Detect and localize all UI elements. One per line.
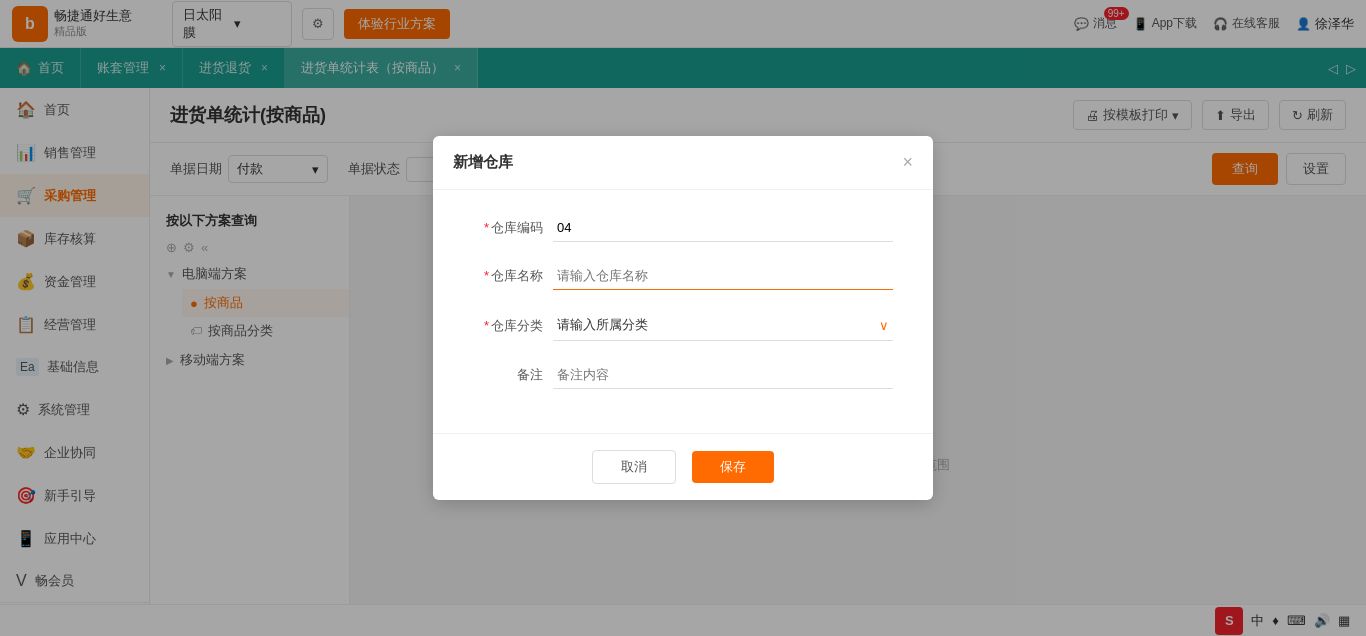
remark-input[interactable]	[553, 361, 893, 389]
category-select[interactable]: 请输入所属分类 ∨	[553, 310, 893, 341]
dialog-close-button[interactable]: ×	[902, 152, 913, 173]
form-row-name: 仓库名称	[473, 262, 893, 290]
category-placeholder: 请输入所属分类	[557, 316, 648, 334]
modal-overlay[interactable]: 新增仓库 × 仓库编码 仓库名称 仓库分类 请输入所属分类 ∨ 备注	[0, 0, 1366, 636]
dialog-footer: 取消 保存	[433, 433, 933, 500]
category-select-arrow: ∨	[879, 318, 889, 333]
form-row-category: 仓库分类 请输入所属分类 ∨	[473, 310, 893, 341]
save-button[interactable]: 保存	[692, 451, 774, 483]
code-label: 仓库编码	[473, 219, 543, 237]
category-label: 仓库分类	[473, 317, 543, 335]
dialog-header: 新增仓库 ×	[433, 136, 933, 190]
code-input[interactable]	[553, 214, 893, 242]
add-warehouse-dialog: 新增仓库 × 仓库编码 仓库名称 仓库分类 请输入所属分类 ∨ 备注	[433, 136, 933, 500]
name-label: 仓库名称	[473, 267, 543, 285]
remark-label: 备注	[473, 366, 543, 384]
dialog-title: 新增仓库	[453, 153, 513, 172]
form-row-code: 仓库编码	[473, 214, 893, 242]
name-input[interactable]	[553, 262, 893, 290]
cancel-button[interactable]: 取消	[592, 450, 676, 484]
form-row-remark: 备注	[473, 361, 893, 389]
dialog-body: 仓库编码 仓库名称 仓库分类 请输入所属分类 ∨ 备注	[433, 190, 933, 433]
